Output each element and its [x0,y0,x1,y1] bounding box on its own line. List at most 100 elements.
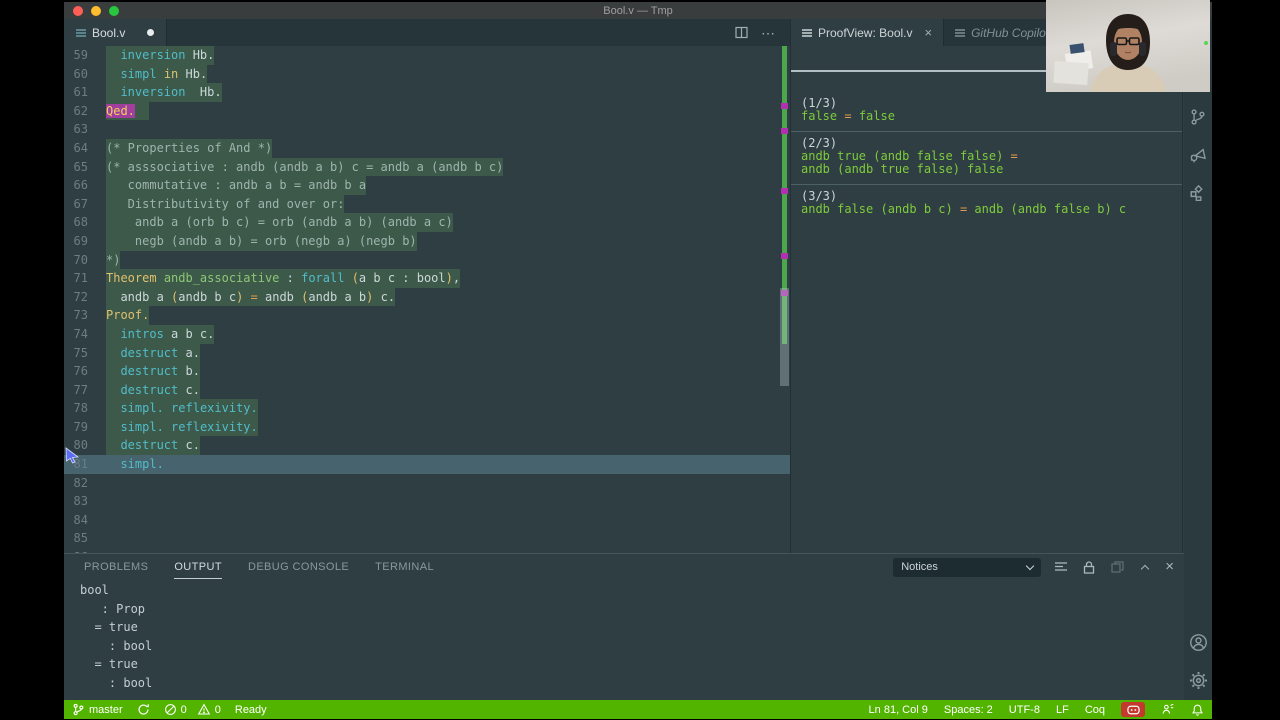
code-line[interactable]: 62 Qed. [64,101,790,121]
code-line[interactable]: 75 destruct a. [64,343,790,363]
status-right-items: Ln 81, Col 9 Spaces: 2 UTF-8 LF Coq [869,704,1105,716]
code-line[interactable]: 64 (* Properties of And *) [64,138,790,158]
proof-goal: (2/3) andb true (andb false false) = andb … [791,130,1182,184]
more-actions-icon[interactable]: ⋯ [761,26,776,40]
person-face [1114,24,1142,60]
code-line[interactable]: 83 [64,492,790,511]
code-line[interactable]: 77 destruct c. [64,380,790,400]
screen: Bool.v — Tmp Bool.v ⋯ 59 inversion Hb. 6… [0,0,1280,720]
code-line[interactable]: 73 Proof. [64,306,790,325]
window-title: Bool.v — Tmp [603,4,673,17]
line-number: 79 [73,419,88,434]
code-line[interactable]: 80 destruct c. [64,436,790,456]
copilot-icon [1126,705,1140,714]
proofview-panel: ProofView: Bool.v × GitHub Copilot (1/3) fa… [791,19,1183,553]
code-line[interactable]: 67 Distributivity of and over or: [64,194,790,214]
code-line[interactable]: 84 [64,511,790,530]
code-line[interactable]: 69 negb (andb a b) = orb (negb a) (negb … [64,231,790,251]
output-line: = true [80,657,138,672]
status-item[interactable]: Spaces: 2 [944,704,993,716]
code-line[interactable]: 86 [64,548,790,553]
feedback-icon[interactable] [1161,703,1175,716]
proof-goals: (1/3) false = false (2/3) andb true (andb f… [791,92,1182,223]
maximize-panel-icon[interactable] [1137,559,1153,575]
problems-status[interactable]: 0 0 [164,703,221,716]
code-line[interactable]: 65 (* asssociative : andb (andb a b) c = … [64,157,790,177]
close-panel-icon[interactable]: × [1165,559,1174,574]
line-number: 83 [73,494,88,509]
code-editor[interactable]: 59 inversion Hb. 60 simpl in Hb. 61 invers… [64,46,790,553]
code-line[interactable]: 59 inversion Hb. [64,46,790,65]
scrollbar-thumb[interactable] [780,288,789,386]
move-panel-icon[interactable] [1109,559,1125,575]
clear-output-icon[interactable] [1053,559,1069,575]
overview-ruler[interactable] [779,46,790,553]
extensions-icon[interactable] [1186,181,1210,205]
tab-boolv[interactable]: Bool.v [64,19,168,46]
panel-tab-terminal[interactable]: TERMINAL [375,555,434,579]
output-channel-select[interactable]: Notices [893,557,1042,577]
code-line[interactable]: 85 [64,529,790,548]
status-item[interactable]: Coq [1085,704,1105,716]
line-number: 69 [73,233,88,248]
modified-dot-icon[interactable] [147,29,155,36]
bottom-panel: PROBLEMS OUTPUT DEBUG CONSOLE TERMINAL Noti… [64,553,1184,700]
code-line[interactable]: 78 simpl. reflexivity. [64,399,790,418]
code-line[interactable]: 79 simpl. reflexivity. [64,417,790,437]
vscode-window: Bool.v — Tmp Bool.v ⋯ 59 inversion Hb. 6… [64,2,1212,719]
line-number: 73 [73,308,88,323]
output-content[interactable]: bool : Prop = true : bool = true : bool [64,580,1184,693]
warnings-icon [197,703,210,715]
settings-gear-icon[interactable] [1186,668,1210,692]
code-line[interactable]: 70 *) [64,250,790,270]
code-line[interactable]: 74 intros a b c. [64,324,790,344]
run-debug-icon[interactable] [1186,143,1210,167]
code-line[interactable]: 81 simpl. [64,455,790,474]
window-titlebar[interactable]: Bool.v — Tmp [64,2,1212,19]
line-number: 77 [73,382,88,397]
code-line[interactable]: 68 andb a (orb b c) = orb (andb a b) (an… [64,213,790,232]
panel-tab[interactable]: GitHub Copilot [944,19,1062,46]
split-editor-icon[interactable] [733,25,749,41]
notifications-bell-icon[interactable] [1191,703,1204,717]
errors-count: 0 [180,703,187,716]
branch-status[interactable]: master [72,703,123,716]
line-number: 72 [73,289,88,304]
editor-group: Bool.v ⋯ 59 inversion Hb. 60 simpl in Hb… [64,19,791,553]
sync-status[interactable] [137,703,150,716]
mouse-cursor [64,446,82,464]
lock-icon[interactable] [1081,559,1097,575]
ruler-mark [781,253,788,259]
ruler-mark [781,103,788,109]
output-line: = true [80,620,138,635]
tab-label: Bool.v [92,25,126,40]
code-line[interactable]: 61 inversion Hb. [64,83,790,102]
code-line[interactable]: 72 andb a (andb b c) = andb (andb a b) c… [64,287,790,307]
source-control-icon[interactable] [1186,105,1210,129]
copilot-error-chip[interactable] [1121,702,1145,717]
line-number: 68 [73,215,88,230]
code-line[interactable]: 82 [64,474,790,493]
code-line[interactable]: 66 commutative : andb a b = andb b a [64,176,790,195]
code-line[interactable]: 60 simpl in Hb. [64,64,790,84]
status-item[interactable]: Ln 81, Col 9 [869,704,928,716]
panel-tab-output[interactable]: OUTPUT [174,555,222,579]
line-number: 74 [73,326,88,341]
output-line: bool [80,583,109,597]
output-channel-value: Notices [901,561,938,573]
coq-ready-status[interactable]: Ready [235,704,267,716]
status-item[interactable]: UTF-8 [1009,704,1040,716]
panel-tab[interactable]: ProofView: Bool.v × [791,19,945,46]
panel-tab-problems[interactable]: PROBLEMS [84,555,148,579]
line-number: 62 [73,103,88,118]
close-tab-icon[interactable]: × [925,25,933,40]
code-line[interactable]: 71 Theorem andb_associative : forall (a b… [64,269,790,288]
code-line[interactable]: 63 [64,120,790,139]
account-icon[interactable] [1186,630,1210,654]
chevron-down-icon [1025,561,1035,570]
proof-goal: (1/3) false = false [791,92,1182,131]
panel-tab-debug-console[interactable]: DEBUG CONSOLE [248,555,349,579]
line-number: 75 [73,345,88,360]
status-item[interactable]: LF [1056,704,1069,716]
code-line[interactable]: 76 destruct b. [64,362,790,381]
